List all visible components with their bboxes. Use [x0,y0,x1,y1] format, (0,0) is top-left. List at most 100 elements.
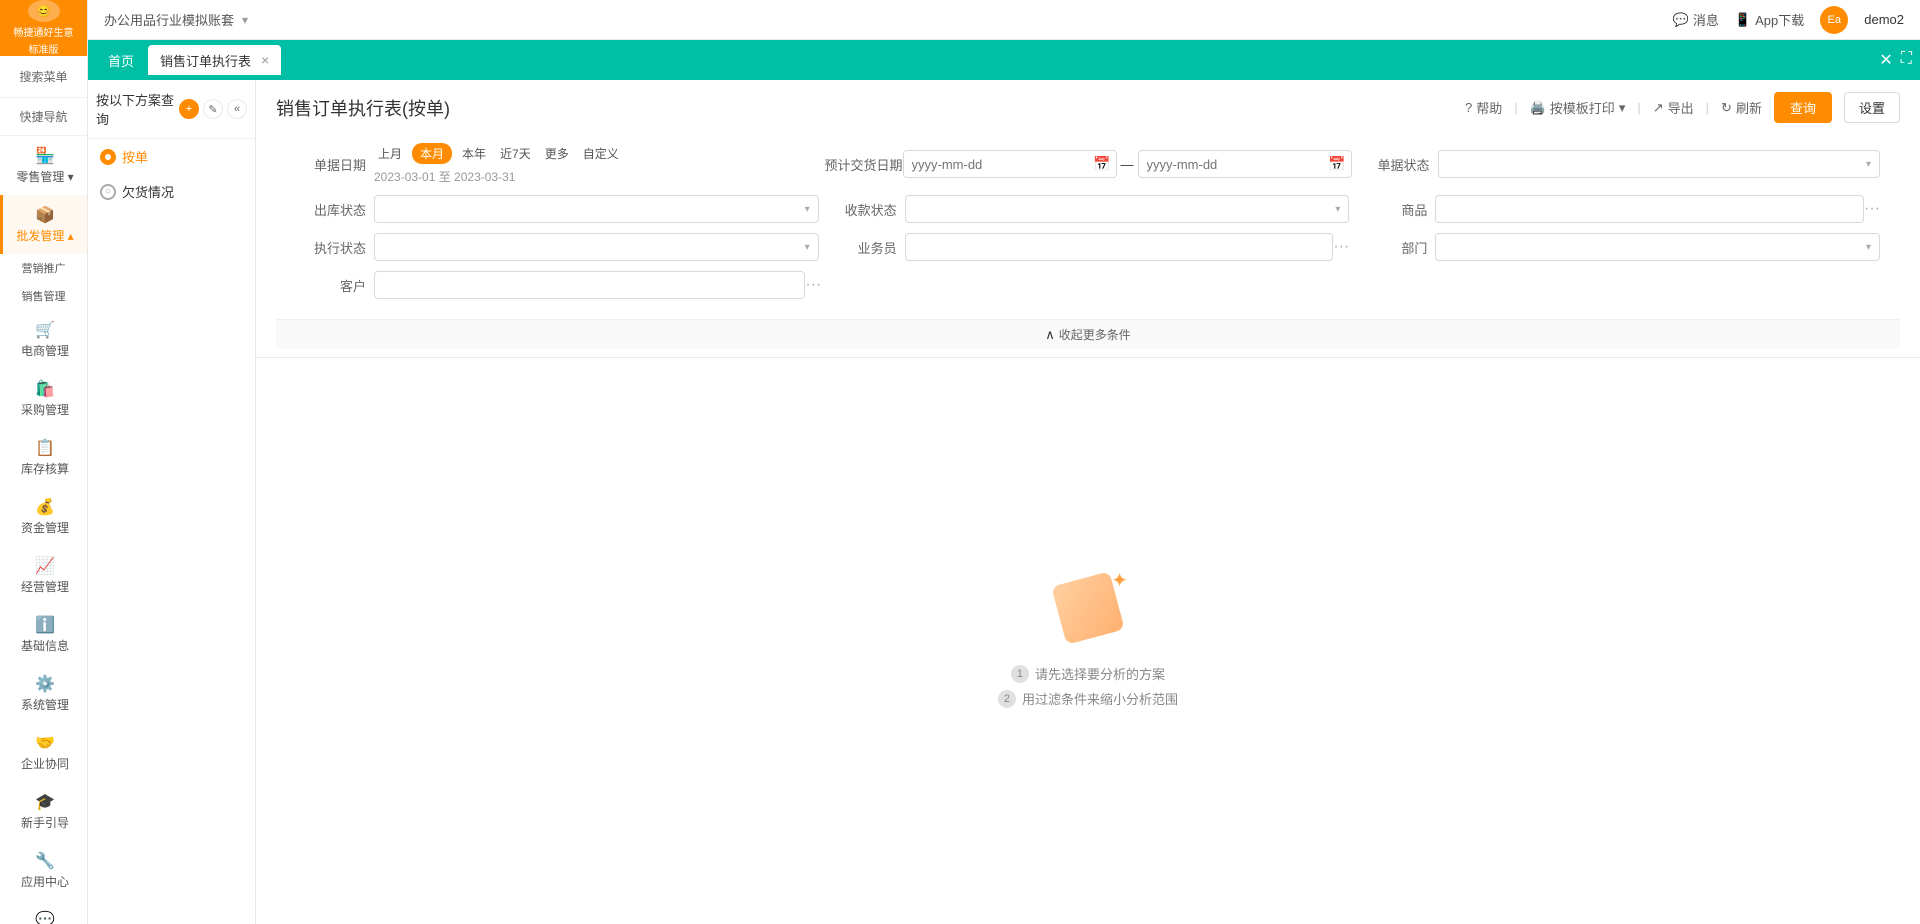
hint-item-2: 2 用过滤条件来缩小分析范围 [998,689,1178,708]
customer-more-icon[interactable]: ··· [805,276,821,294]
topbar-dropdown-icon[interactable]: ▾ [242,13,248,27]
sidebar: 😊 畅捷通好生意 标准版 搜索菜单 快捷导航 🏪 零售管理 ▾ 📦 批发管理 ▴… [0,0,88,924]
message-action[interactable]: 💬 消息 [1673,10,1719,29]
scheme-item-by-order[interactable]: 按单 [88,139,255,174]
finance-label: 资金管理 [21,519,69,536]
shortcut-this-year[interactable]: 本年 [458,143,490,164]
content: 按以下方案查询 + ✎ « 按单 ○ 欠货情况 [88,80,1920,924]
topbar-left: 办公用品行业模拟账套 ▾ [104,10,248,29]
receipt-status-select[interactable]: ▾ [905,195,1350,223]
shortcut-last-month[interactable]: 上月 [374,143,406,164]
topbar: 办公用品行业模拟账套 ▾ 💬 消息 📱 App下载 Ea demo2 [88,0,1920,40]
wholesale-label: 批发管理 ▴ [16,227,73,244]
sidebar-item-finance[interactable]: 💰 资金管理 [0,487,87,546]
sidebar-item-app-center[interactable]: 🔧 应用中心 [0,841,87,900]
hint-text-1: 请先选择要分析的方案 [1035,664,1165,683]
tab-home[interactable]: 首页 [96,45,146,75]
collapse-label: 收起更多条件 [1059,326,1131,343]
sidebar-item-retail[interactable]: 🏪 零售管理 ▾ [0,136,87,195]
sidebar-search[interactable]: 搜索菜单 [0,56,87,98]
empty-state: ✦ 1 请先选择要分析的方案 2 用过滤条件来缩小分析范围 [998,568,1178,714]
tabbar-actions: ✕ ⛶ [1879,50,1912,70]
app-center-label: 应用中心 [21,873,69,890]
logo-subtext: 标准版 [29,41,59,56]
salesperson-more-icon[interactable]: ··· [1333,238,1349,256]
app-logo: 😊 畅捷通好生意 标准版 [0,0,87,56]
sidebar-item-guide[interactable]: 🎓 新手引导 [0,782,87,841]
salesperson-input[interactable] [905,233,1334,261]
sidebar-item-wechat[interactable]: 💬 企业微信 [0,900,87,924]
purchase-icon: 🛍️ [35,379,55,399]
page-title: 销售订单执行表(按单) [276,95,450,121]
sidebar-item-system[interactable]: ⚙️ 系统管理 [0,664,87,723]
customer-group: 客户 ··· [296,271,821,299]
delivery-end-input[interactable] [1138,150,1352,178]
shortcut-this-month[interactable]: 本月 [412,143,452,164]
logo-icon: 😊 [28,0,60,22]
delivery-start-wrapper: 📅 [903,150,1117,178]
help-button[interactable]: ? 帮助 [1465,98,1502,117]
page-header-top: 销售订单执行表(按单) ? 帮助 | 🖨️ 按模板打印 ▾ [276,92,1900,123]
filter-panel: 按以下方案查询 + ✎ « 按单 ○ 欠货情况 [88,80,256,924]
page-header-actions: ? 帮助 | 🖨️ 按模板打印 ▾ | ↗ [1465,92,1900,123]
goods-input[interactable] [1435,195,1864,223]
sidebar-item-wholesale[interactable]: 📦 批发管理 ▴ [0,195,87,254]
delivery-start-input[interactable] [903,150,1117,178]
settings-button[interactable]: 设置 [1844,92,1900,123]
scheme-by-order-label: 按单 [122,147,148,166]
sidebar-nav[interactable]: 快捷导航 [0,98,87,136]
tab-minimize-icon[interactable]: ✕ [1879,50,1892,70]
help-icon: ? [1465,100,1472,115]
sidebar-item-basic-info[interactable]: ℹ️ 基础信息 [0,605,87,664]
shortcut-7days[interactable]: 近7天 [496,143,535,164]
message-icon: 💬 [1673,12,1689,28]
department-select[interactable]: ▾ [1435,233,1880,261]
sidebar-sub-yingxiao[interactable]: 营销推广 [0,254,87,282]
sidebar-item-purchase[interactable]: 🛍️ 采购管理 [0,369,87,428]
export-icon: ↗ [1653,100,1664,116]
single-status-select[interactable]: ▾ [1438,150,1881,178]
refresh-button[interactable]: ↻ 刷新 [1721,98,1762,117]
print-icon: 🖨️ [1530,100,1546,116]
scheme-item-shortage[interactable]: ○ 欠货情况 [88,174,255,209]
basic-info-label: 基础信息 [21,637,69,654]
tab-close-icon[interactable]: × [261,52,269,68]
cal-end-icon: 📅 [1328,156,1345,173]
sidebar-item-inventory[interactable]: 📋 库存核算 [0,428,87,487]
export-button[interactable]: ↗ 导出 [1653,98,1694,117]
search-menu-label[interactable]: 搜索菜单 [6,64,81,89]
collapse-panel-button[interactable]: « [227,99,247,119]
quick-nav-label[interactable]: 快捷导航 [0,102,87,131]
department-label: 部门 [1357,238,1427,257]
goods-more-icon[interactable]: ··· [1864,200,1880,218]
main-area: 办公用品行业模拟账套 ▾ 💬 消息 📱 App下载 Ea demo2 首页 销售… [88,0,1920,924]
system-icon: ⚙️ [35,674,55,694]
shortcut-more[interactable]: 更多 [541,143,573,164]
app-download-action[interactable]: 📱 App下载 [1735,10,1804,29]
single-status-label: 单据状态 [1360,155,1430,174]
wechat-icon: 💬 [35,910,55,924]
add-scheme-button[interactable]: + [179,99,199,119]
sidebar-item-cooperation[interactable]: 🤝 企业协同 [0,723,87,782]
user-name[interactable]: demo2 [1864,12,1904,27]
out-status-select[interactable]: ▾ [374,195,819,223]
goods-label: 商品 [1357,200,1427,219]
print-dropdown-icon: ▾ [1619,100,1626,116]
tab-fullscreen-icon[interactable]: ⛶ [1901,50,1912,70]
shortcut-custom[interactable]: 自定义 [579,143,623,164]
app-download-icon: 📱 [1735,12,1751,28]
yingxiao-label: 营销推广 [22,260,66,276]
tab-sales-order[interactable]: 销售订单执行表 × [148,45,281,75]
sidebar-sub-xiaoshou[interactable]: 销售管理 [0,282,87,310]
search-button[interactable]: 查询 [1774,92,1832,123]
edit-scheme-button[interactable]: ✎ [203,99,223,119]
print-button[interactable]: 🖨️ 按模板打印 ▾ [1530,98,1626,117]
delivery-end-wrapper: 📅 [1138,150,1352,178]
collapse-bar[interactable]: ∧ 收起更多条件 [276,319,1900,349]
customer-input[interactable] [374,271,805,299]
user-avatar[interactable]: Ea [1820,6,1848,34]
sidebar-item-operations[interactable]: 📈 经营管理 [0,546,87,605]
sidebar-item-ecommerce[interactable]: 🛒 电商管理 [0,310,87,369]
exec-status-select[interactable]: ▾ [374,233,819,261]
basic-info-icon: ℹ️ [35,615,55,635]
